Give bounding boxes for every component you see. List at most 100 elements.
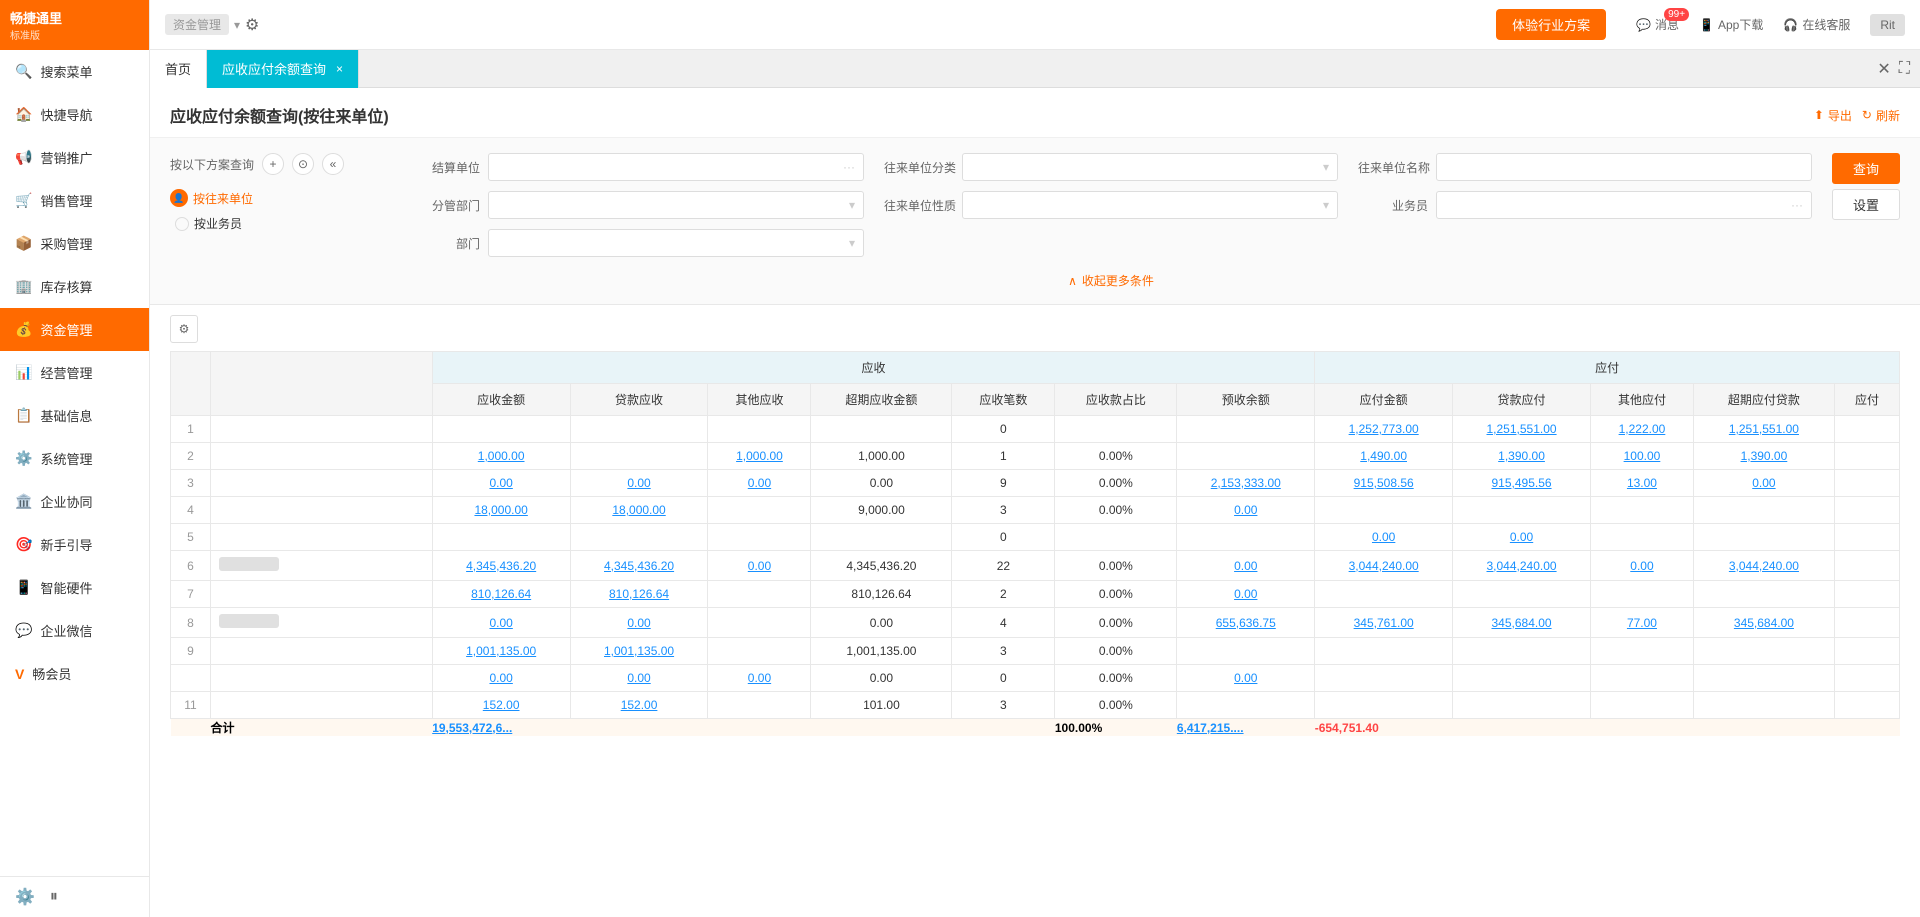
table-cell[interactable]: 810,126.64 — [570, 581, 708, 608]
table-cell[interactable]: 3,044,240.00 — [1315, 551, 1453, 581]
table-cell[interactable]: 3,044,240.00 — [1693, 551, 1834, 581]
table-cell[interactable]: 655,636.75 — [1177, 608, 1315, 638]
sidebar-item-system[interactable]: ⚙️ 系统管理 — [0, 437, 149, 480]
table-cell[interactable]: 0.00 — [1177, 497, 1315, 524]
filter-collapse-button[interactable]: « — [322, 153, 344, 175]
table-cell[interactable]: 1,251,551.00 — [1693, 416, 1834, 443]
table-cell[interactable]: 0.00 — [1315, 524, 1453, 551]
table-cell[interactable]: 1,001,135.00 — [570, 638, 708, 665]
laiwei-category-select[interactable]: ▾ — [962, 153, 1338, 181]
table-cell[interactable]: 152.00 — [570, 692, 708, 719]
messages-link[interactable]: 💬 消息 99+ — [1636, 16, 1679, 33]
sidebar-collapse-icon[interactable]: ⏸ — [50, 888, 58, 906]
table-cell[interactable]: 0.00 — [708, 470, 811, 497]
sidebar-item-wechat[interactable]: 💬 企业微信 — [0, 609, 149, 652]
sidebar-item-guide[interactable]: 🎯 新手引导 — [0, 523, 149, 566]
laiwei-name-input[interactable] — [1436, 153, 1812, 181]
refresh-button[interactable]: ↻ 刷新 — [1862, 107, 1900, 124]
table-cell — [1693, 497, 1834, 524]
table-cell[interactable]: 0.00 — [570, 608, 708, 638]
sidebar-settings-icon[interactable]: ⚙️ — [15, 887, 35, 907]
corp-icon: 🏛️ — [15, 493, 32, 510]
query-type-by-customer[interactable]: 👤 按往来单位 — [170, 185, 390, 211]
table-cell[interactable]: 13.00 — [1590, 470, 1693, 497]
salesman-input[interactable]: ··· — [1436, 191, 1812, 219]
breadcrumb-dropdown-icon[interactable]: ▾ — [234, 18, 240, 32]
table-cell[interactable]: 345,684.00 — [1693, 608, 1834, 638]
sidebar-item-sales[interactable]: 🛒 销售管理 — [0, 179, 149, 222]
table-cell[interactable]: 100.00 — [1590, 443, 1693, 470]
promo-button[interactable]: 体验行业方案 — [1496, 9, 1606, 40]
table-cell[interactable]: 1,490.00 — [1315, 443, 1453, 470]
sidebar-item-member[interactable]: V 畅会员 — [0, 652, 149, 695]
topbar-gear-icon[interactable]: ⚙ — [245, 15, 259, 35]
table-cell[interactable]: 0.00 — [1177, 551, 1315, 581]
table-settings-button[interactable]: ⚙ — [170, 315, 198, 343]
table-cell[interactable]: 77.00 — [1590, 608, 1693, 638]
table-cell[interactable]: 152.00 — [432, 692, 570, 719]
filter-dept: 部门 ▾ — [410, 229, 864, 257]
laiwei-nature-select[interactable]: ▾ — [962, 191, 1338, 219]
user-avatar[interactable]: Rit — [1870, 14, 1905, 36]
tab-ar-ap[interactable]: 应收应付余额查询 × — [207, 50, 359, 88]
table-cell[interactable]: 915,495.56 — [1453, 470, 1591, 497]
table-cell[interactable]: 0.00 — [708, 665, 811, 692]
table-cell[interactable]: 1,001,135.00 — [432, 638, 570, 665]
table-cell[interactable]: 4,345,436.20 — [570, 551, 708, 581]
table-cell[interactable]: 0.00 — [1177, 581, 1315, 608]
sidebar-item-finance[interactable]: 💰 资金管理 — [0, 308, 149, 351]
sidebar-item-search[interactable]: 🔍 搜索菜单 — [0, 50, 149, 93]
table-cell[interactable]: 3,044,240.00 — [1453, 551, 1591, 581]
table-cell[interactable]: 18,000.00 — [570, 497, 708, 524]
table-cell[interactable]: 1,000.00 — [432, 443, 570, 470]
table-cell[interactable]: 0.00 — [708, 551, 811, 581]
table-cell[interactable]: 0.00 — [570, 665, 708, 692]
fenguan-dept-select[interactable]: ▾ — [488, 191, 864, 219]
online-service-link[interactable]: 🎧 在线客服 — [1783, 16, 1850, 33]
jiesuan-unit-input[interactable]: ··· — [488, 153, 864, 181]
table-cell[interactable]: 1,390.00 — [1453, 443, 1591, 470]
export-button[interactable]: ⬆ 导出 — [1814, 107, 1852, 124]
tab-close-icon[interactable]: × — [336, 62, 343, 76]
table-cell[interactable]: 1,222.00 — [1590, 416, 1693, 443]
table-cell[interactable]: 1,390.00 — [1693, 443, 1834, 470]
table-cell[interactable]: 345,761.00 — [1315, 608, 1453, 638]
table-cell[interactable]: 1,252,773.00 — [1315, 416, 1453, 443]
filter-layout: 按以下方案查询 + ⊙ « 👤 按往来单位 — [170, 153, 1900, 289]
table-cell[interactable]: 0.00 — [1177, 665, 1315, 692]
filter-settings-button[interactable]: ⊙ — [292, 153, 314, 175]
dept-select[interactable]: ▾ — [488, 229, 864, 257]
tab-home[interactable]: 首页 — [150, 50, 207, 88]
table-cell[interactable]: 18,000.00 — [432, 497, 570, 524]
sidebar-item-corp[interactable]: 🏛️ 企业协同 — [0, 480, 149, 523]
sidebar-item-basic[interactable]: 📋 基础信息 — [0, 394, 149, 437]
window-maximize-icon[interactable]: ⛶ — [1899, 60, 1910, 78]
table-cell[interactable]: 0.00 — [1453, 524, 1591, 551]
sidebar-item-business[interactable]: 📊 经营管理 — [0, 351, 149, 394]
query-button[interactable]: 查询 — [1832, 153, 1900, 184]
collapse-more-button[interactable]: ∧ 收起更多条件 — [1068, 272, 1154, 289]
table-cell[interactable]: 0.00 — [432, 665, 570, 692]
filter-add-button[interactable]: + — [262, 153, 284, 175]
window-close-icon[interactable]: ✕ — [1877, 59, 1890, 79]
sidebar-item-inventory[interactable]: 🏢 库存核算 — [0, 265, 149, 308]
table-cell[interactable]: 810,126.64 — [432, 581, 570, 608]
table-cell[interactable]: 0.00 — [432, 470, 570, 497]
sidebar-item-hardware[interactable]: 📱 智能硬件 — [0, 566, 149, 609]
settings-button[interactable]: 设置 — [1832, 189, 1900, 220]
table-cell[interactable]: 0.00 — [432, 608, 570, 638]
sidebar-item-quicknav[interactable]: 🏠 快捷导航 — [0, 93, 149, 136]
table-cell[interactable]: 0.00 — [570, 470, 708, 497]
table-cell[interactable]: 1,251,551.00 — [1453, 416, 1591, 443]
sidebar-item-marketing[interactable]: 📢 营销推广 — [0, 136, 149, 179]
app-download-link[interactable]: 📱 App下载 — [1699, 16, 1763, 33]
table-cell[interactable]: 0.00 — [1590, 551, 1693, 581]
table-cell[interactable]: 0.00 — [1693, 470, 1834, 497]
table-cell[interactable]: 1,000.00 — [708, 443, 811, 470]
table-cell[interactable]: 4,345,436.20 — [432, 551, 570, 581]
sidebar-item-purchase[interactable]: 📦 采购管理 — [0, 222, 149, 265]
query-type-by-salesman[interactable]: 按业务员 — [170, 211, 390, 236]
table-cell[interactable]: 345,684.00 — [1453, 608, 1591, 638]
table-cell[interactable]: 2,153,333.00 — [1177, 470, 1315, 497]
table-cell[interactable]: 915,508.56 — [1315, 470, 1453, 497]
